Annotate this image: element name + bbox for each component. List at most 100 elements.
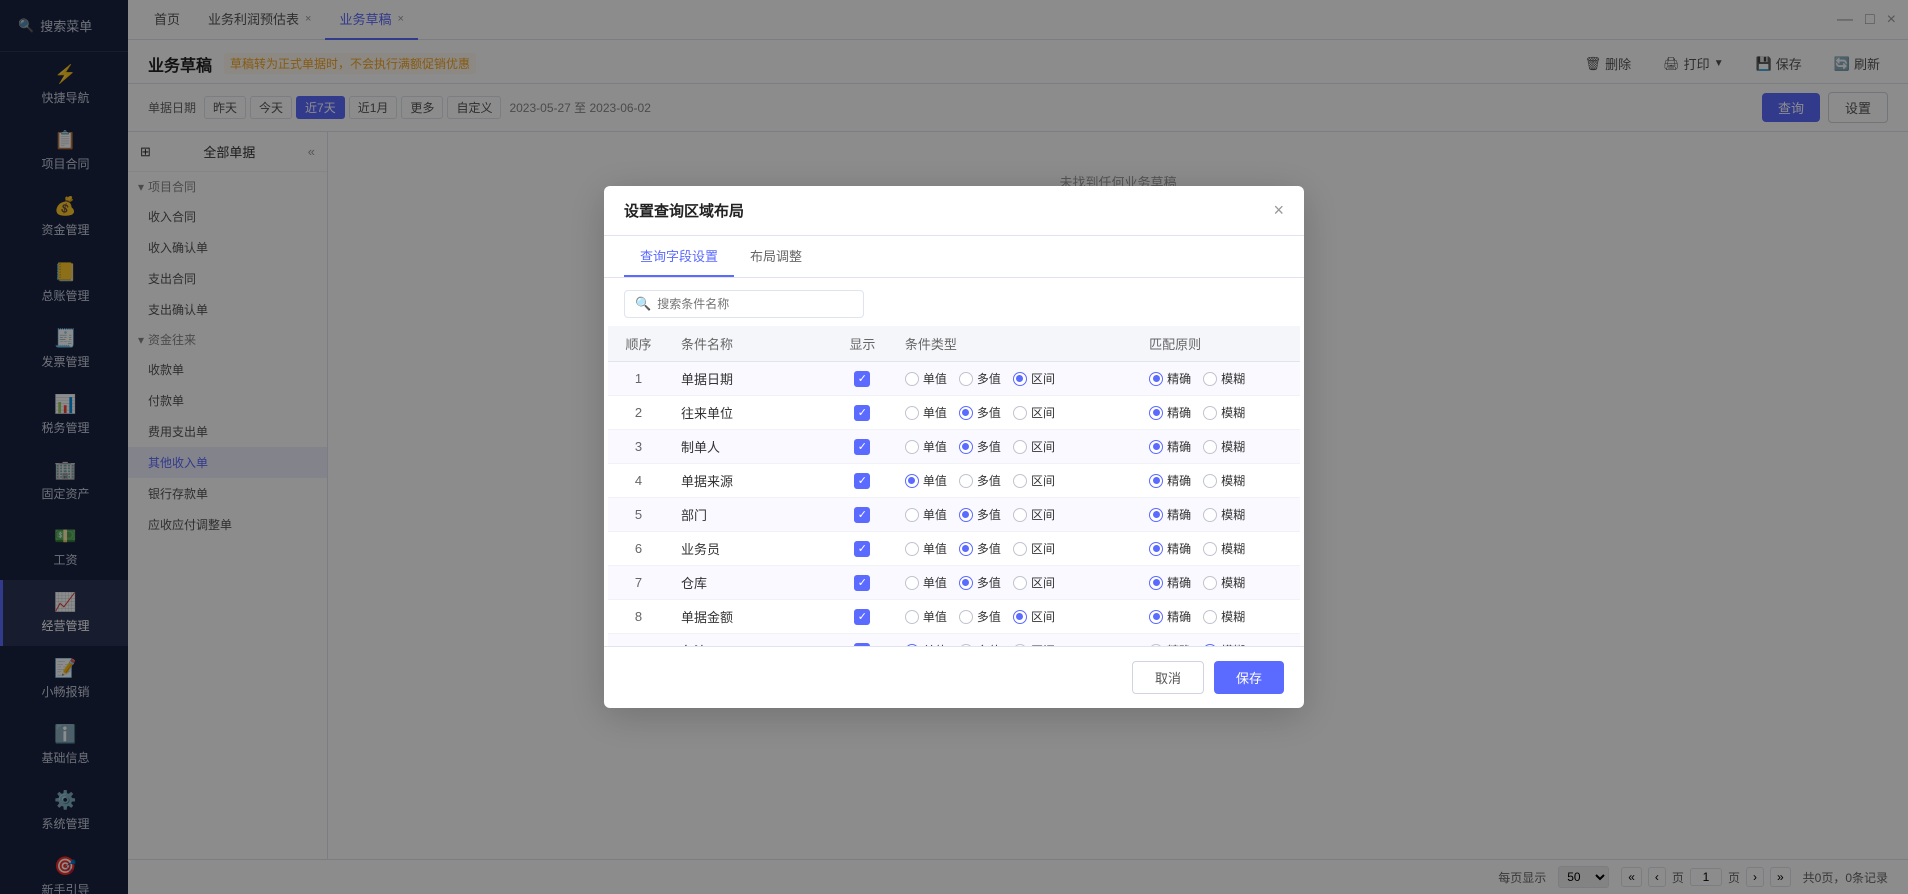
match-radio-circle-精确-5[interactable] (1149, 508, 1163, 522)
match-rule-精确-3[interactable]: 精确 (1149, 438, 1191, 455)
condition-type-单值-7[interactable]: 单值 (905, 574, 947, 591)
condition-type-单值-8[interactable]: 单值 (905, 608, 947, 625)
radio-circle-多值-4[interactable] (959, 474, 973, 488)
row-display-8[interactable] (832, 600, 893, 634)
condition-type-单值-1[interactable]: 单值 (905, 370, 947, 387)
match-rule-精确-1[interactable]: 精确 (1149, 370, 1191, 387)
condition-type-区间-1[interactable]: 区间 (1013, 370, 1055, 387)
radio-circle-多值-5[interactable] (959, 508, 973, 522)
display-checkbox-3[interactable] (854, 439, 870, 455)
match-rule-模糊-3[interactable]: 模糊 (1203, 438, 1245, 455)
radio-circle-区间-1[interactable] (1013, 372, 1027, 386)
condition-type-多值-3[interactable]: 多值 (959, 438, 1001, 455)
match-radio-circle-精确-7[interactable] (1149, 576, 1163, 590)
radio-circle-多值-3[interactable] (959, 440, 973, 454)
condition-type-区间-6[interactable]: 区间 (1013, 540, 1055, 557)
row-display-2[interactable] (832, 396, 893, 430)
radio-circle-区间-6[interactable] (1013, 542, 1027, 556)
modal-search-box[interactable]: 🔍 (624, 290, 864, 318)
condition-type-多值-4[interactable]: 多值 (959, 472, 1001, 489)
modal-tab-query-fields[interactable]: 查询字段设置 (624, 236, 734, 277)
match-radio-circle-模糊-2[interactable] (1203, 406, 1217, 420)
display-checkbox-2[interactable] (854, 405, 870, 421)
condition-type-单值-5[interactable]: 单值 (905, 506, 947, 523)
row-display-1[interactable] (832, 362, 893, 396)
match-rule-精确-5[interactable]: 精确 (1149, 506, 1191, 523)
display-checkbox-4[interactable] (854, 473, 870, 489)
match-radio-circle-精确-1[interactable] (1149, 372, 1163, 386)
radio-circle-单值-1[interactable] (905, 372, 919, 386)
radio-circle-区间-3[interactable] (1013, 440, 1027, 454)
match-radio-circle-模糊-5[interactable] (1203, 508, 1217, 522)
match-radio-circle-精确-8[interactable] (1149, 610, 1163, 624)
match-radio-circle-模糊-6[interactable] (1203, 542, 1217, 556)
row-display-7[interactable] (832, 566, 893, 600)
cancel-button[interactable]: 取消 (1132, 661, 1204, 694)
condition-type-单值-2[interactable]: 单值 (905, 404, 947, 421)
match-rule-模糊-7[interactable]: 模糊 (1203, 574, 1245, 591)
match-radio-circle-模糊-1[interactable] (1203, 372, 1217, 386)
radio-circle-单值-8[interactable] (905, 610, 919, 624)
match-radio-circle-模糊-4[interactable] (1203, 474, 1217, 488)
match-rule-精确-8[interactable]: 精确 (1149, 608, 1191, 625)
row-display-4[interactable] (832, 464, 893, 498)
condition-type-区间-5[interactable]: 区间 (1013, 506, 1055, 523)
modal-tab-layout[interactable]: 布局调整 (734, 236, 818, 277)
match-radio-circle-精确-4[interactable] (1149, 474, 1163, 488)
condition-type-区间-2[interactable]: 区间 (1013, 404, 1055, 421)
radio-circle-单值-3[interactable] (905, 440, 919, 454)
match-rule-精确-2[interactable]: 精确 (1149, 404, 1191, 421)
condition-type-区间-7[interactable]: 区间 (1013, 574, 1055, 591)
condition-type-单值-3[interactable]: 单值 (905, 438, 947, 455)
radio-circle-多值-8[interactable] (959, 610, 973, 624)
match-rule-精确-7[interactable]: 精确 (1149, 574, 1191, 591)
radio-circle-单值-2[interactable] (905, 406, 919, 420)
match-radio-circle-模糊-3[interactable] (1203, 440, 1217, 454)
condition-type-区间-3[interactable]: 区间 (1013, 438, 1055, 455)
row-display-5[interactable] (832, 498, 893, 532)
modal-close-button[interactable]: × (1273, 200, 1284, 221)
match-rule-模糊-1[interactable]: 模糊 (1203, 370, 1245, 387)
match-rule-模糊-6[interactable]: 模糊 (1203, 540, 1245, 557)
condition-type-多值-8[interactable]: 多值 (959, 608, 1001, 625)
match-rule-精确-4[interactable]: 精确 (1149, 472, 1191, 489)
condition-type-多值-2[interactable]: 多值 (959, 404, 1001, 421)
radio-circle-区间-4[interactable] (1013, 474, 1027, 488)
match-radio-circle-模糊-8[interactable] (1203, 610, 1217, 624)
radio-circle-多值-1[interactable] (959, 372, 973, 386)
match-rule-精确-6[interactable]: 精确 (1149, 540, 1191, 557)
radio-circle-多值-2[interactable] (959, 406, 973, 420)
condition-type-多值-7[interactable]: 多值 (959, 574, 1001, 591)
row-display-9[interactable] (832, 634, 893, 647)
radio-circle-单值-4[interactable] (905, 474, 919, 488)
modal-search-input[interactable] (657, 297, 837, 311)
radio-circle-区间-7[interactable] (1013, 576, 1027, 590)
match-radio-circle-模糊-7[interactable] (1203, 576, 1217, 590)
condition-type-多值-6[interactable]: 多值 (959, 540, 1001, 557)
match-rule-模糊-2[interactable]: 模糊 (1203, 404, 1245, 421)
match-rule-模糊-5[interactable]: 模糊 (1203, 506, 1245, 523)
condition-type-多值-5[interactable]: 多值 (959, 506, 1001, 523)
radio-circle-区间-8[interactable] (1013, 610, 1027, 624)
condition-type-单值-4[interactable]: 单值 (905, 472, 947, 489)
condition-type-单值-6[interactable]: 单值 (905, 540, 947, 557)
match-radio-circle-精确-6[interactable] (1149, 542, 1163, 556)
radio-circle-单值-5[interactable] (905, 508, 919, 522)
radio-circle-区间-5[interactable] (1013, 508, 1027, 522)
display-checkbox-7[interactable] (854, 575, 870, 591)
match-rule-模糊-8[interactable]: 模糊 (1203, 608, 1245, 625)
radio-circle-单值-6[interactable] (905, 542, 919, 556)
modal-save-button[interactable]: 保存 (1214, 661, 1284, 694)
display-checkbox-5[interactable] (854, 507, 870, 523)
display-checkbox-1[interactable] (854, 371, 870, 387)
match-radio-circle-精确-3[interactable] (1149, 440, 1163, 454)
row-display-6[interactable] (832, 532, 893, 566)
radio-circle-多值-7[interactable] (959, 576, 973, 590)
display-checkbox-8[interactable] (854, 609, 870, 625)
row-display-3[interactable] (832, 430, 893, 464)
display-checkbox-6[interactable] (854, 541, 870, 557)
radio-circle-区间-2[interactable] (1013, 406, 1027, 420)
match-radio-circle-精确-2[interactable] (1149, 406, 1163, 420)
match-rule-模糊-4[interactable]: 模糊 (1203, 472, 1245, 489)
radio-circle-单值-7[interactable] (905, 576, 919, 590)
